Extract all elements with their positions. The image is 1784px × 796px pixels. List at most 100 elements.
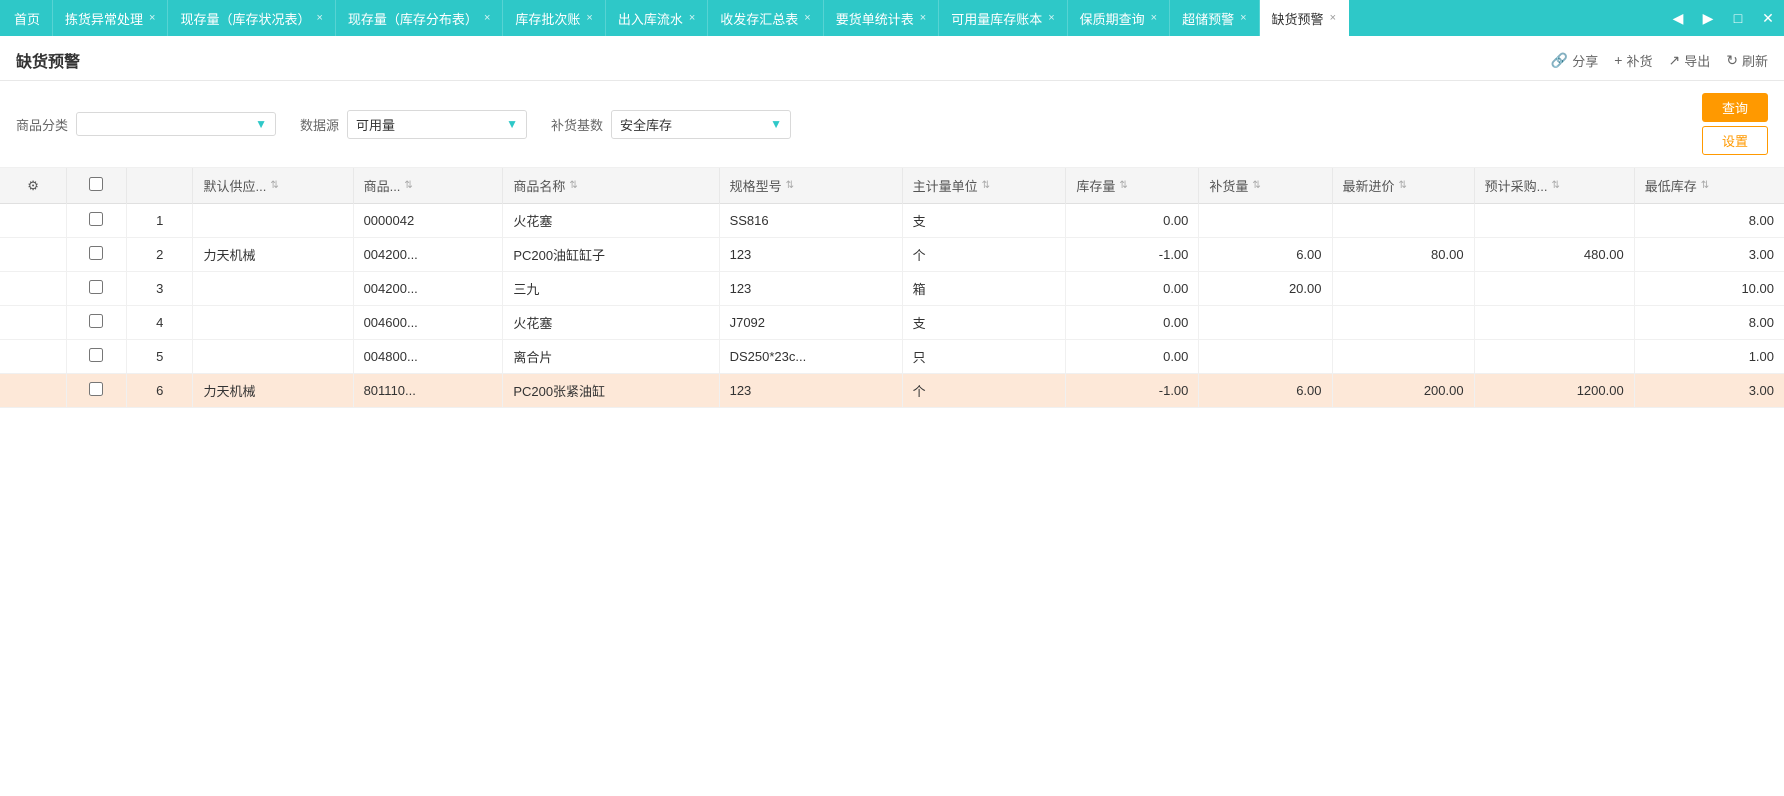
th-stock[interactable]: 库存量 ⇅ [1066, 168, 1199, 204]
row-replenish [1199, 340, 1332, 374]
row-replenish: 20.00 [1199, 272, 1332, 306]
row-min-stock: 8.00 [1634, 306, 1784, 340]
tab-stock-dist[interactable]: 现存量（库存分布表） × [336, 0, 503, 36]
tab-inout[interactable]: 出入库流水 × [606, 0, 708, 36]
replenish-base-filter-group: 补货基数 安全库存 ▼ [551, 110, 791, 139]
page-header: 缺货预警 🔗 分享 + 补货 ↗ 导出 ↻ 刷新 [0, 36, 1784, 81]
th-spec[interactable]: 规格型号 ⇅ [719, 168, 902, 204]
tab-close-demand[interactable]: × [920, 12, 926, 24]
tab-next-button[interactable]: ▶ [1694, 4, 1722, 32]
tab-batch[interactable]: 库存批次账 × [503, 0, 605, 36]
th-latest-price[interactable]: 最新进价 ⇅ [1332, 168, 1474, 204]
tab-home[interactable]: 首页 [2, 0, 53, 36]
row-unit: 个 [902, 238, 1066, 272]
row-stock: -1.00 [1066, 238, 1199, 272]
row-name: PC200油缸缸子 [503, 238, 719, 272]
row-check-cell[interactable] [67, 238, 127, 272]
tab-close-inout[interactable]: × [689, 12, 695, 24]
tab-stock-status[interactable]: 现存量（库存状况表） × [168, 0, 335, 36]
refresh-button[interactable]: ↻ 刷新 [1726, 51, 1768, 70]
tab-prev-button[interactable]: ◀ [1664, 4, 1692, 32]
tab-close-avail[interactable]: × [1048, 12, 1054, 24]
tab-close-recv[interactable]: × [804, 12, 810, 24]
row-checkbox-2[interactable] [89, 280, 103, 294]
table-row: 4 004600... 火花塞 J7092 支 0.00 8.00 [0, 306, 1784, 340]
table-container: ⚙ 默认供应... ⇅ 商品.. [0, 168, 1784, 408]
th-checkbox[interactable] [67, 168, 127, 204]
replenish-icon: + [1614, 52, 1622, 68]
export-button[interactable]: ↗ 导出 [1669, 51, 1711, 70]
row-checkbox-4[interactable] [89, 348, 103, 362]
row-supplier: 力天机械 [193, 374, 353, 408]
category-select[interactable]: ▼ [76, 112, 276, 136]
row-check-cell[interactable] [67, 374, 127, 408]
select-all-checkbox[interactable] [89, 177, 103, 191]
row-stock: 0.00 [1066, 306, 1199, 340]
row-num: 5 [126, 340, 193, 374]
sort-icon-spec: ⇅ [786, 180, 794, 191]
tab-overstock[interactable]: 超储预警 × [1170, 0, 1259, 36]
row-code: 801110... [353, 374, 503, 408]
datasource-select[interactable]: 可用量 ▼ [347, 110, 527, 139]
row-est-purchase [1474, 272, 1634, 306]
replenish-base-label: 补货基数 [551, 115, 603, 134]
tab-shortage[interactable]: 缺货预警 × [1260, 0, 1349, 36]
th-name[interactable]: 商品名称 ⇅ [503, 168, 719, 204]
row-unit: 只 [902, 340, 1066, 374]
row-spec: DS250*23c... [719, 340, 902, 374]
row-name: 三九 [503, 272, 719, 306]
tab-restore-button[interactable]: □ [1724, 4, 1752, 32]
tab-close-expiry[interactable]: × [1151, 12, 1157, 24]
tab-close-batch[interactable]: × [586, 12, 592, 24]
sort-icon-min-stock: ⇅ [1701, 180, 1709, 191]
th-code[interactable]: 商品... ⇅ [353, 168, 503, 204]
row-replenish: 6.00 [1199, 374, 1332, 408]
datasource-dropdown-icon: ▼ [506, 117, 518, 131]
row-check-cell[interactable] [67, 204, 127, 238]
page-title: 缺货预警 [16, 48, 80, 72]
tab-avail[interactable]: 可用量库存账本 × [939, 0, 1067, 36]
tab-close-abnormal[interactable]: × [149, 12, 155, 24]
sort-icon-latest-price: ⇅ [1399, 180, 1407, 191]
tab-close-stock-dist[interactable]: × [484, 12, 490, 24]
th-gear[interactable]: ⚙ [0, 168, 67, 204]
tab-recv[interactable]: 收发存汇总表 × [708, 0, 823, 36]
row-supplier [193, 306, 353, 340]
row-check-cell[interactable] [67, 272, 127, 306]
row-min-stock: 8.00 [1634, 204, 1784, 238]
row-checkbox-5[interactable] [89, 382, 103, 396]
th-min-stock[interactable]: 最低库存 ⇅ [1634, 168, 1784, 204]
filter-area: 商品分类 ▼ 数据源 可用量 ▼ 补货基数 安全库存 ▼ 查询 设置 [0, 81, 1784, 168]
tab-close-overstock[interactable]: × [1240, 12, 1246, 24]
row-gear-cell [0, 340, 67, 374]
th-est-purchase[interactable]: 预计采购... ⇅ [1474, 168, 1634, 204]
row-checkbox-0[interactable] [89, 212, 103, 226]
row-gear-cell [0, 272, 67, 306]
row-checkbox-1[interactable] [89, 246, 103, 260]
tab-close-shortage[interactable]: × [1330, 12, 1336, 24]
th-unit[interactable]: 主计量单位 ⇅ [902, 168, 1066, 204]
row-stock: 0.00 [1066, 204, 1199, 238]
th-replenish[interactable]: 补货量 ⇅ [1199, 168, 1332, 204]
replenish-base-select[interactable]: 安全库存 ▼ [611, 110, 791, 139]
tab-expiry[interactable]: 保质期查询 × [1068, 0, 1170, 36]
row-min-stock: 3.00 [1634, 374, 1784, 408]
row-checkbox-3[interactable] [89, 314, 103, 328]
row-code: 0000042 [353, 204, 503, 238]
row-code: 004200... [353, 272, 503, 306]
row-latest-price [1332, 340, 1474, 374]
row-est-purchase [1474, 204, 1634, 238]
settings-button[interactable]: 设置 [1702, 126, 1768, 155]
category-filter-group: 商品分类 ▼ [16, 112, 276, 136]
tab-close-all-button[interactable]: ✕ [1754, 4, 1782, 32]
row-check-cell[interactable] [67, 306, 127, 340]
query-button[interactable]: 查询 [1702, 93, 1768, 122]
row-name: 火花塞 [503, 204, 719, 238]
replenish-button[interactable]: + 补货 [1614, 51, 1652, 70]
tab-demand[interactable]: 要货单统计表 × [824, 0, 939, 36]
th-supplier[interactable]: 默认供应... ⇅ [193, 168, 353, 204]
share-button[interactable]: 🔗 分享 [1551, 51, 1598, 70]
row-check-cell[interactable] [67, 340, 127, 374]
tab-close-stock-status[interactable]: × [316, 12, 322, 24]
tab-abnormal[interactable]: 拣货异常处理 × [53, 0, 168, 36]
